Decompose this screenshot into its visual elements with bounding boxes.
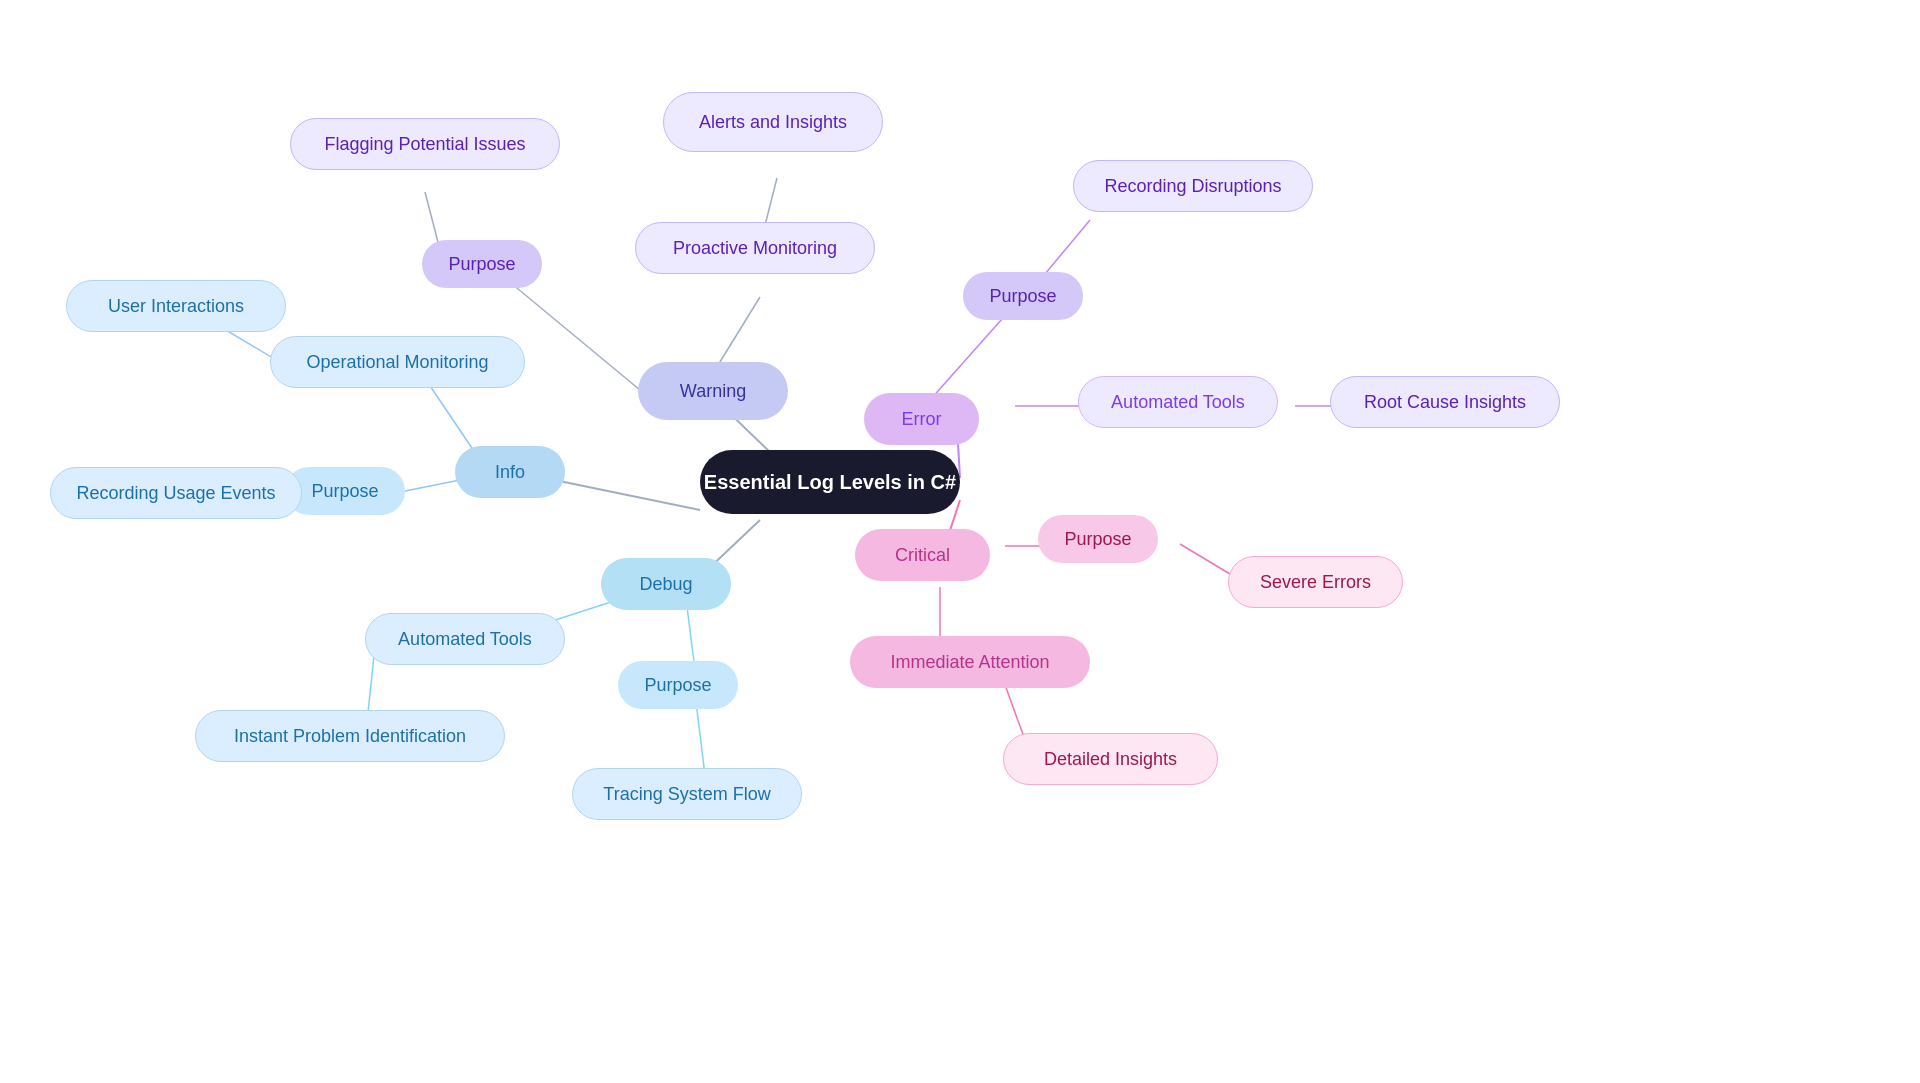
info-node: Info: [455, 446, 565, 498]
error-node: Error: [864, 393, 979, 445]
critical-node: Critical: [855, 529, 990, 581]
svg-line-19: [930, 310, 1010, 400]
detailed-insights-node: Detailed Insights: [1003, 733, 1218, 785]
user-interactions-node: User Interactions: [66, 280, 286, 332]
center-node: Essential Log Levels in C#: [700, 450, 960, 514]
tracing-system-node: Tracing System Flow: [572, 768, 802, 820]
purpose-debug-node: Purpose: [618, 661, 738, 709]
operational-monitoring-node: Operational Monitoring: [270, 336, 525, 388]
root-cause-node: Root Cause Insights: [1330, 376, 1560, 428]
severe-errors-node: Severe Errors: [1228, 556, 1403, 608]
recording-disruptions-node: Recording Disruptions: [1073, 160, 1313, 212]
svg-line-5: [715, 297, 760, 370]
debug-node: Debug: [601, 558, 731, 610]
automated-tools-debug-node: Automated Tools: [365, 613, 565, 665]
immediate-attention-node: Immediate Attention: [850, 636, 1090, 688]
purpose-info-node: Purpose: [285, 467, 405, 515]
svg-line-20: [1040, 220, 1090, 280]
purpose-error-node: Purpose: [963, 272, 1083, 320]
purpose-critical-node: Purpose: [1038, 515, 1158, 563]
warning-node: Warning: [638, 362, 788, 420]
instant-problem-node: Instant Problem Identification: [195, 710, 505, 762]
purpose-warning-node: Purpose: [422, 240, 542, 288]
alerts-insights-node: Alerts and Insights: [663, 92, 883, 152]
automated-tools-error-node: Automated Tools: [1078, 376, 1278, 428]
recording-usage-node: Recording Usage Events: [50, 467, 302, 519]
proactive-monitoring-node: Proactive Monitoring: [635, 222, 875, 274]
flagging-issues-node: Flagging Potential Issues: [290, 118, 560, 170]
